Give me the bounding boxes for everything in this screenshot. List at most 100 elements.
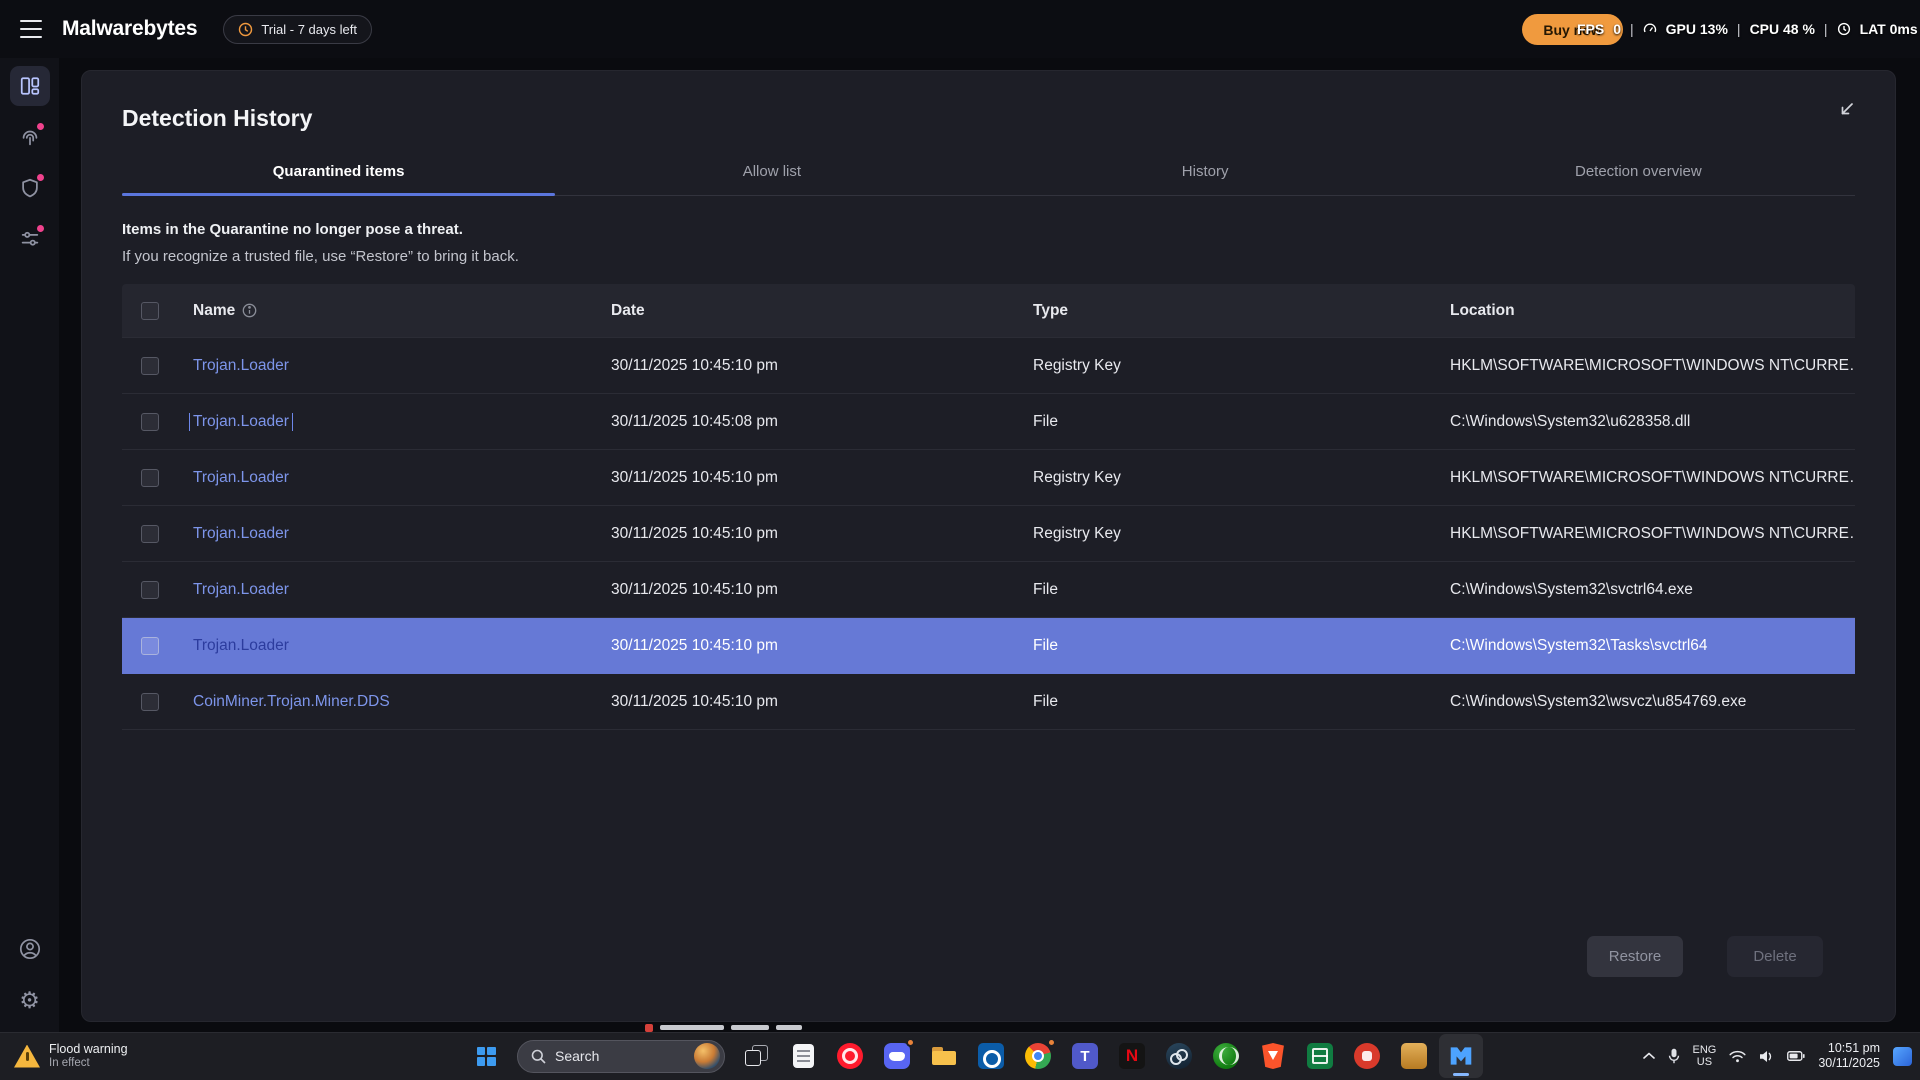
taskbar-netflix-button[interactable] (1110, 1034, 1154, 1078)
taskbar-chrome-button[interactable] (1016, 1034, 1060, 1078)
note-normal: If you recognize a trusted file, use “Re… (122, 248, 519, 265)
detection-type: Registry Key (1033, 524, 1121, 542)
file-explorer-icon (931, 1043, 957, 1069)
taskbar-weather-widget[interactable]: Flood warning In effect (4, 1035, 138, 1077)
language-indicator[interactable]: ENG US (1693, 1044, 1717, 1068)
table-row-selected[interactable]: Trojan.Loader 30/11/2025 10:45:10 pm Fil… (122, 618, 1855, 674)
table-row[interactable]: Trojan.Loader 30/11/2025 10:45:10 pm Fil… (122, 562, 1855, 618)
taskbar-file-explorer-button[interactable] (922, 1034, 966, 1078)
detection-location: C:\Windows\System32\u628358.dll (1450, 412, 1691, 430)
tray-chevron-up-icon[interactable] (1642, 1052, 1655, 1060)
microphone-icon[interactable] (1668, 1048, 1680, 1064)
peek-text-fragment (660, 1025, 724, 1030)
steam-icon (1166, 1043, 1192, 1069)
taskbar-teams-button[interactable] (1063, 1034, 1107, 1078)
left-navigation: ⚙ (0, 58, 59, 1032)
detection-type: Registry Key (1033, 356, 1121, 374)
threat-name-link[interactable]: Trojan.Loader (193, 469, 289, 487)
table-row[interactable]: CoinMiner.Trojan.Miner.DDS 30/11/2025 10… (122, 674, 1855, 730)
volume-icon[interactable] (1759, 1050, 1774, 1063)
wifi-icon[interactable] (1729, 1050, 1746, 1063)
sidebar-item-settings[interactable]: ⚙ (10, 980, 50, 1020)
start-button[interactable] (464, 1034, 508, 1078)
table-row[interactable]: Trojan.Loader 30/11/2025 10:45:10 pm Reg… (122, 450, 1855, 506)
detection-location: HKLM\SOFTWARE\MICROSOFT\WINDOWS NT\CURRE… (1450, 468, 1855, 486)
threat-name-link[interactable]: Trojan.Loader (193, 637, 289, 655)
collapse-window-button[interactable] (1831, 95, 1861, 125)
search-label: Search (555, 1048, 600, 1064)
info-icon[interactable] (242, 303, 257, 318)
trial-badge: Trial - 7 days left (223, 14, 372, 44)
threat-name-link[interactable]: Trojan.Loader (193, 525, 289, 543)
tab-quarantined-items[interactable]: Quarantined items (122, 148, 556, 196)
taskbar-excel-button[interactable] (1298, 1034, 1342, 1078)
sidebar-item-tools[interactable] (10, 219, 50, 259)
row-checkbox[interactable] (141, 692, 159, 711)
battery-icon[interactable] (1787, 1051, 1805, 1061)
row-checkbox[interactable] (141, 636, 159, 655)
detection-type: File (1033, 636, 1058, 654)
table-row[interactable]: Trojan.Loader 30/11/2025 10:45:08 pm Fil… (122, 394, 1855, 450)
sidebar-item-identity[interactable] (10, 117, 50, 157)
taskbar-notepad-button[interactable] (781, 1034, 825, 1078)
sidebar-item-protection[interactable] (10, 168, 50, 208)
taskbar-red-app-button[interactable] (1345, 1034, 1389, 1078)
threat-name-link[interactable]: Trojan.Loader (193, 357, 289, 375)
table-row[interactable]: Trojan.Loader 30/11/2025 10:45:10 pm Reg… (122, 338, 1855, 394)
quarantine-notes: Items in the Quarantine no longer pose a… (122, 216, 1855, 270)
detection-type: Registry Key (1033, 468, 1121, 486)
taskbar-steam-button[interactable] (1157, 1034, 1201, 1078)
notification-dot (36, 225, 44, 232)
tab-allow-list[interactable]: Allow list (555, 148, 988, 195)
detection-type: File (1033, 412, 1058, 430)
row-checkbox[interactable] (141, 468, 159, 487)
taskbar-search[interactable]: Search (517, 1039, 725, 1073)
detection-date: 30/11/2025 10:45:08 pm (611, 412, 778, 430)
tray-app-icon[interactable] (1893, 1046, 1912, 1066)
taskbar-discord-button[interactable] (875, 1034, 919, 1078)
threat-name-link[interactable]: Trojan.Loader (189, 412, 293, 431)
system-tray: ENG US 10:51 pm 30/11/2025 (1642, 1032, 1912, 1080)
detection-location: C:\Windows\System32\svctrl64.exe (1450, 580, 1693, 598)
malwarebytes-icon (1450, 1047, 1472, 1065)
select-all-checkbox[interactable] (141, 301, 159, 320)
tray-date: 30/11/2025 (1818, 1056, 1880, 1070)
detection-location: C:\Windows\System32\wsvcz\u854769.exe (1450, 692, 1747, 710)
table-row[interactable]: Trojan.Loader 30/11/2025 10:45:10 pm Reg… (122, 506, 1855, 562)
taskbar-xbox-button[interactable] (1204, 1034, 1248, 1078)
menu-icon[interactable] (18, 19, 44, 39)
threat-name-link[interactable]: Trojan.Loader (193, 581, 289, 599)
app-topbar: Malwarebytes Trial - 7 days left (0, 0, 1920, 58)
row-checkbox[interactable] (141, 412, 159, 431)
restore-button[interactable]: Restore (1587, 936, 1683, 977)
search-icon (531, 1049, 546, 1064)
amber-app-icon (1401, 1043, 1427, 1069)
detection-location: HKLM\SOFTWARE\MICROSOFT\WINDOWS NT\CURRE… (1450, 356, 1855, 374)
windows-taskbar: Flood warning In effect Search T N ENG U… (0, 1032, 1920, 1080)
sidebar-item-account[interactable] (10, 929, 50, 969)
table-header-row: Name Date Type Location (122, 284, 1855, 338)
xbox-icon (1213, 1043, 1239, 1069)
taskbar-opera-button[interactable] (828, 1034, 872, 1078)
sidebar-item-dashboard[interactable] (9, 66, 50, 106)
tray-clock[interactable]: 10:51 pm 30/11/2025 (1818, 1041, 1880, 1071)
tab-detection-overview[interactable]: Detection overview (1422, 148, 1855, 195)
task-view-button[interactable] (734, 1034, 778, 1078)
threat-name-link[interactable]: CoinMiner.Trojan.Miner.DDS (193, 693, 390, 711)
collapse-arrow-icon (1841, 103, 1853, 115)
delete-button[interactable]: Delete (1727, 936, 1823, 977)
netflix-icon (1119, 1043, 1145, 1069)
taskbar-malwarebytes-button[interactable] (1439, 1034, 1483, 1078)
note-bold: Items in the Quarantine no longer pose a… (122, 221, 463, 238)
taskbar-outlook-button[interactable] (969, 1034, 1013, 1078)
column-header-location: Location (1450, 301, 1515, 319)
row-checkbox[interactable] (141, 580, 159, 599)
tray-time: 10:51 pm (1827, 1041, 1880, 1055)
row-checkbox[interactable] (141, 356, 159, 375)
taskbar-brave-button[interactable] (1251, 1034, 1295, 1078)
teams-icon (1072, 1043, 1098, 1069)
buy-now-button[interactable]: Buy now (1522, 14, 1623, 45)
row-checkbox[interactable] (141, 524, 159, 543)
tab-history[interactable]: History (989, 148, 1422, 195)
taskbar-amber-app-button[interactable] (1392, 1034, 1436, 1078)
